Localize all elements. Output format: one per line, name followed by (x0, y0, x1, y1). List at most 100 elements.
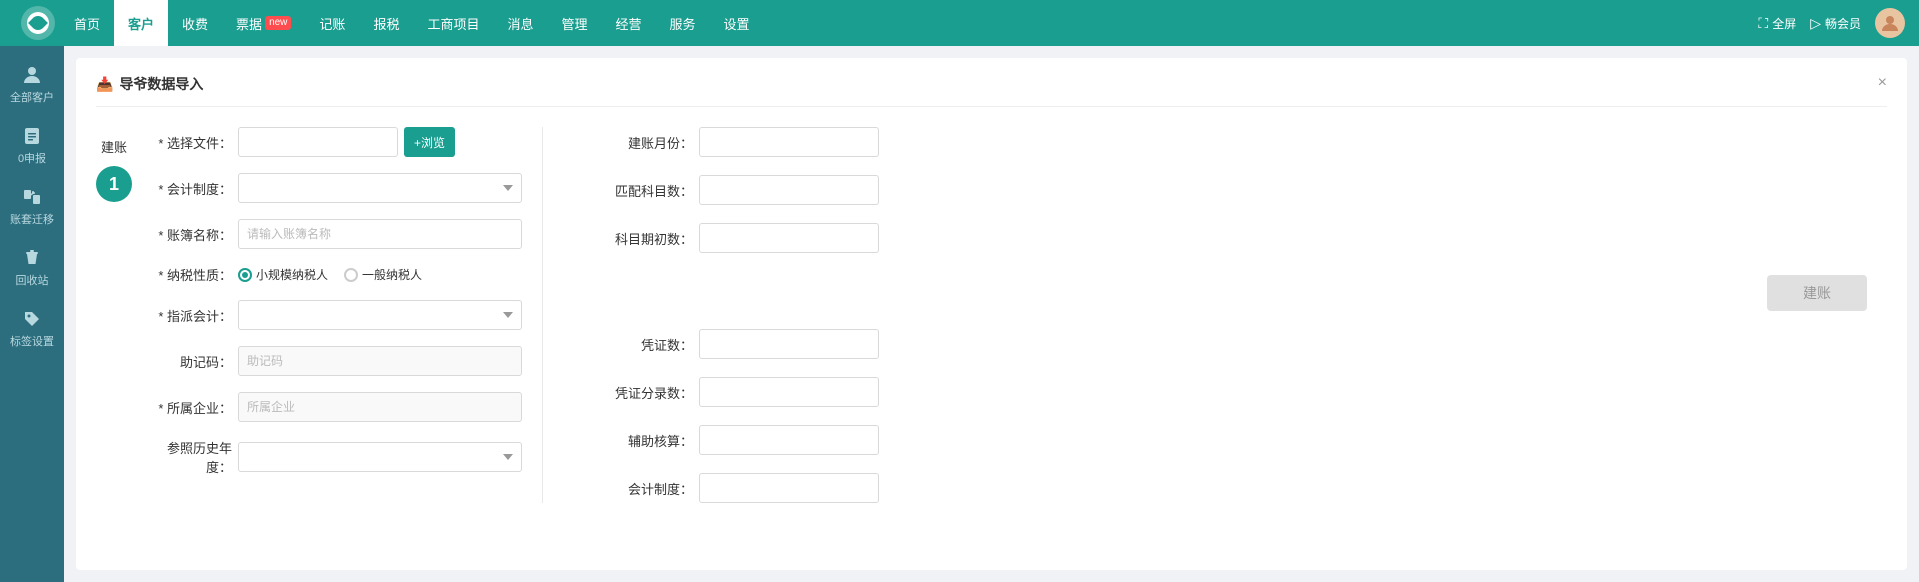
sidebar-label-recycle: 回收站 (16, 272, 49, 288)
migration-icon (21, 186, 43, 208)
app-logo[interactable] (10, 0, 56, 46)
sidebar-label-tag-settings: 标签设置 (10, 333, 54, 349)
dialog-panel: 📥 导爷数据导入 × 建账 1 * 选择文件： +浏览 (76, 58, 1907, 570)
person-icon (21, 64, 43, 86)
period-balance-row: 科目期初数： (603, 223, 1887, 253)
voucher-entries-value (699, 377, 879, 407)
tag-icon (21, 308, 43, 330)
history-year-label: 参照历史年度： (152, 438, 232, 476)
accounting-label: * 会计制度： (152, 179, 232, 198)
accounting-system-value (699, 473, 879, 503)
trash-icon (21, 247, 43, 269)
radio-general[interactable]: 一般纳税人 (344, 266, 422, 283)
memo-code-input[interactable] (238, 346, 522, 376)
nav-item-business[interactable]: 工商项目 (413, 0, 493, 46)
file-select-row: * 选择文件： +浏览 (152, 127, 522, 157)
tax-type-label: * 纳税性质： (152, 265, 232, 284)
month-row: 建账月份： (603, 127, 1887, 157)
nav-item-home[interactable]: 首页 (60, 0, 114, 46)
close-button[interactable]: × (1878, 74, 1887, 92)
ledger-name-input[interactable] (238, 219, 522, 249)
radio-small-scale[interactable]: 小规模纳税人 (238, 266, 328, 283)
memo-code-label: 助记码： (152, 352, 232, 371)
voucher-row: 凭证数： (603, 329, 1887, 359)
period-balance-value (699, 223, 879, 253)
nav-item-customer[interactable]: 客户 (114, 0, 168, 46)
nav-item-settings[interactable]: 设置 (710, 0, 764, 46)
file-label: * 选择文件： (152, 133, 232, 152)
company-label: * 所属企业： (152, 398, 232, 417)
company-row: * 所属企业： (152, 392, 522, 422)
sidebar-item-declaration[interactable]: 0申报 (0, 117, 64, 174)
accounting-system-row-right: 会计制度： (603, 473, 1887, 503)
fullscreen-btn[interactable]: ⛶ 全屏 (1758, 15, 1796, 32)
auxiliary-value (699, 425, 879, 455)
member-btn[interactable]: ▷ 畅会员 (1810, 15, 1861, 32)
nav-items: 首页 客户 收费 票据 new 记账 报税 工商项目 消息 管理 经营 服务 设… (60, 0, 1758, 46)
step-indicator: 建账 1 (96, 127, 152, 503)
voucher-entries-row: 凭证分录数： (603, 377, 1887, 407)
match-label: 匹配科目数： (603, 181, 693, 200)
build-account-button[interactable]: 建账 (1767, 275, 1867, 311)
match-value (699, 175, 879, 205)
period-balance-label: 科目期初数： (603, 229, 693, 248)
form-fields-left: * 选择文件： +浏览 * 会计制度： * 账簿名称： (152, 127, 522, 503)
dialog-title: 📥 导爷数据导入 (96, 74, 1887, 107)
new-badge: new (265, 16, 291, 30)
memo-code-row: 助记码： (152, 346, 522, 376)
declaration-icon (21, 125, 43, 147)
nav-right-area: ⛶ 全屏 ▷ 畅会员 (1758, 8, 1905, 38)
accountant-row: * 指派会计： (152, 300, 522, 330)
nav-item-operation[interactable]: 经营 (602, 0, 656, 46)
step-label: 建账 (101, 137, 127, 156)
ledger-name-label: * 账簿名称： (152, 225, 232, 244)
nav-item-service[interactable]: 服务 (656, 0, 710, 46)
vertical-divider (542, 127, 543, 503)
sidebar-label-declaration: 0申报 (18, 150, 46, 166)
radio-dot-checked (238, 268, 252, 282)
nav-item-message[interactable]: 消息 (493, 0, 547, 46)
sidebar-label-account-migration: 账套迁移 (10, 211, 54, 227)
history-year-row: 参照历史年度： (152, 438, 522, 476)
title-text: 导爷数据导入 (119, 74, 203, 94)
title-icon: 📥 (96, 76, 113, 93)
match-row: 匹配科目数： (603, 175, 1887, 205)
form-area: 建账 1 * 选择文件： +浏览 * 会计制度： (96, 127, 1887, 503)
step-circle: 1 (96, 166, 132, 202)
top-navigation: 首页 客户 收费 票据 new 记账 报税 工商项目 消息 管理 经营 服务 设… (0, 0, 1919, 46)
browse-button[interactable]: +浏览 (404, 127, 455, 157)
user-avatar[interactable] (1875, 8, 1905, 38)
accounting-system-label: 会计制度： (603, 479, 693, 498)
nav-item-tax[interactable]: 报税 (359, 0, 413, 46)
main-content: 📥 导爷数据导入 × 建账 1 * 选择文件： +浏览 (64, 46, 1919, 582)
voucher-label: 凭证数： (603, 335, 693, 354)
month-value (699, 127, 879, 157)
radio-dot-unchecked (344, 268, 358, 282)
tax-radio-group: 小规模纳税人 一般纳税人 (238, 266, 422, 283)
company-input[interactable] (238, 392, 522, 422)
sidebar-item-recycle[interactable]: 回收站 (0, 239, 64, 296)
accounting-system-row: * 会计制度： (152, 173, 522, 203)
ledger-name-row: * 账簿名称： (152, 219, 522, 249)
nav-item-manage[interactable]: 管理 (547, 0, 601, 46)
sidebar: 全部客户 0申报 账套迁移 (0, 46, 64, 582)
voucher-value (699, 329, 879, 359)
auxiliary-label: 辅助核算： (603, 431, 693, 450)
history-year-select[interactable] (238, 442, 522, 472)
sidebar-item-tag-settings[interactable]: 标签设置 (0, 300, 64, 357)
form-right-info: 建账月份： 匹配科目数： 科目期初数： 建账 凭证数： (563, 127, 1887, 503)
sidebar-label-all-customers: 全部客户 (10, 89, 54, 105)
accountant-select[interactable] (238, 300, 522, 330)
nav-item-billing[interactable]: 收费 (168, 0, 222, 46)
nav-item-invoice[interactable]: 票据 new (222, 0, 305, 46)
tax-type-row: * 纳税性质： 小规模纳税人 一般纳税人 (152, 265, 522, 284)
sidebar-item-account-migration[interactable]: 账套迁移 (0, 178, 64, 235)
auxiliary-row: 辅助核算： (603, 425, 1887, 455)
accounting-select[interactable] (238, 173, 522, 203)
nav-item-bookkeeping[interactable]: 记账 (305, 0, 359, 46)
file-input[interactable] (238, 127, 398, 157)
sidebar-item-all-customers[interactable]: 全部客户 (0, 56, 64, 113)
month-label: 建账月份： (603, 133, 693, 152)
voucher-entries-label: 凭证分录数： (603, 383, 693, 402)
accountant-label: * 指派会计： (152, 306, 232, 325)
